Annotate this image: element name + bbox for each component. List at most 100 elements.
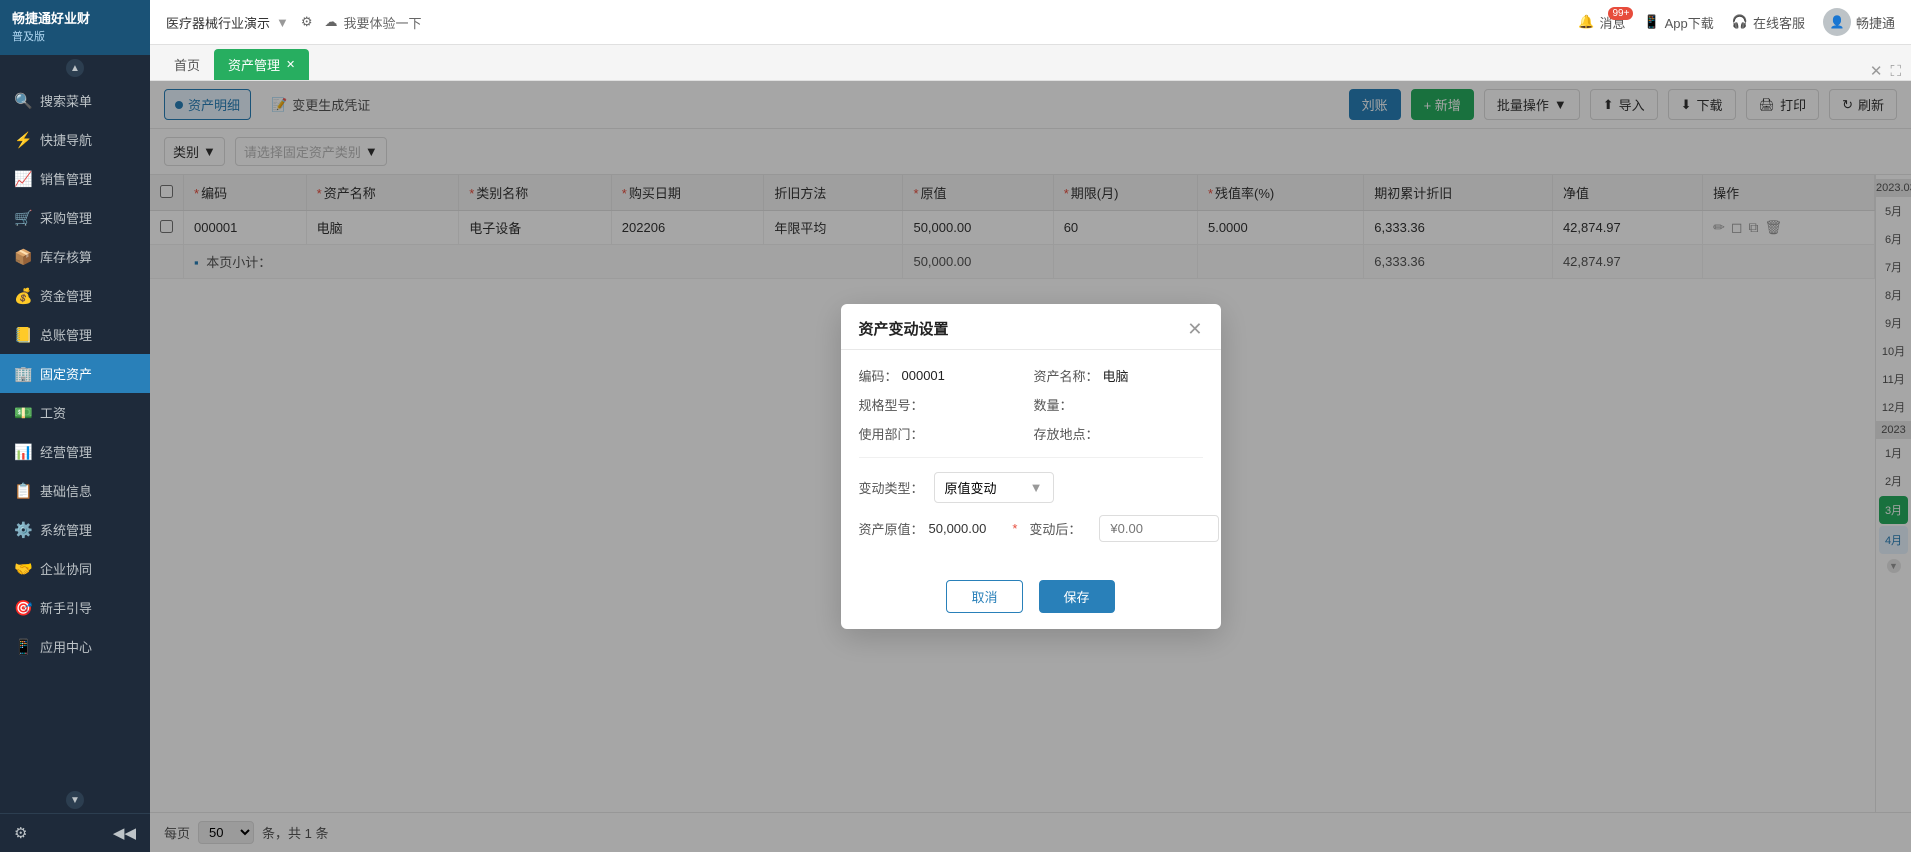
original-value-row: 资产原值： 50,000.00 * 变动后： [859,515,1203,542]
tab-home[interactable]: 首页 [160,49,214,80]
sidebar-item-label: 应用中心 [40,637,92,656]
sales-icon: 📈 [14,170,32,188]
phone-icon: 📱 [1643,14,1659,30]
avatar: 👤 [1823,8,1851,36]
sidebar-item-purchase[interactable]: 🛒 采购管理 [0,198,150,237]
sidebar-item-label: 基础信息 [40,481,92,500]
sidebar-item-label: 新手引导 [40,598,92,617]
sidebar-item-business[interactable]: 📊 经营管理 [0,432,150,471]
sidebar-item-payroll[interactable]: 💵 工资 [0,393,150,432]
user-menu[interactable]: 👤 畅捷通 [1823,8,1895,36]
modal-quantity-field: 数量： [1034,395,1203,414]
headset-icon: 🎧 [1732,14,1748,30]
sidebar-item-label: 企业协同 [40,559,92,578]
tab-asset-label: 资产管理 [228,55,280,74]
window-controls: ✕ ⛶ [1870,62,1901,80]
sidebar-nav: 🔍 搜索菜单 ⚡ 快捷导航 📈 销售管理 🛒 采购管理 📦 库存核算 💰 资金管… [0,81,150,787]
company-name: 医疗器械行业演示 [166,13,270,32]
app-edition: 普及版 [12,30,90,44]
app-center-icon: 📱 [14,638,32,656]
settings-icon[interactable]: ⚙ [14,824,27,842]
dropdown-icon: ▼ [276,15,289,30]
sidebar-item-fixed-assets[interactable]: 🏢 固定资产 [0,354,150,393]
sidebar-item-system[interactable]: ⚙️ 系统管理 [0,510,150,549]
dropdown-icon: ▼ [1030,480,1043,495]
change-type-label: 变动类型： [859,478,924,497]
sidebar-item-enterprise[interactable]: 🤝 企业协同 [0,549,150,588]
building-icon: 🏢 [14,365,32,383]
change-type-value: 原值变动 [945,478,997,497]
sidebar-item-label: 经营管理 [40,442,92,461]
experience-label: 我要体验一下 [344,13,422,32]
sidebar-footer: ⚙ ◀◀ [0,813,150,852]
sidebar-scroll-down[interactable]: ▼ [0,787,150,813]
main-area: 医疗器械行业演示 ▼ ⚙ ☁ 我要体验一下 🔔 消息 99+ 📱 App下载 🎧… [150,0,1911,852]
content-area: 资产明细 📝 变更生成凭证 刘账 + 新增 批量操作 ▼ ⬆ [150,81,1911,852]
modal-close-btn[interactable]: ✕ [1187,320,1202,338]
modal-info-grid: 编码： 000001 资产名称： 电脑 规格型号： 数量： [859,366,1203,458]
collapse-icon[interactable]: ◀◀ [113,824,136,842]
inventory-icon: 📦 [14,248,32,266]
sidebar-item-quick-nav[interactable]: ⚡ 快捷导航 [0,120,150,159]
modal-spec-field: 规格型号： [859,395,1028,414]
sidebar-item-label: 库存核算 [40,247,92,266]
modal-location-field: 存放地点： [1034,424,1203,443]
finance-icon: 💰 [14,287,32,305]
info-icon: 📋 [14,482,32,500]
sidebar-item-finance[interactable]: 💰 资金管理 [0,276,150,315]
cancel-button[interactable]: 取消 [946,580,1022,613]
system-icon: ⚙️ [14,521,32,539]
search-icon: 🔍 [14,92,32,110]
sidebar-item-general-ledger[interactable]: 📒 总账管理 [0,315,150,354]
notifications-btn[interactable]: 🔔 消息 99+ [1578,13,1625,32]
tab-asset-management[interactable]: 资产管理 ✕ [214,49,309,80]
cloud-icon: ☁ [325,14,338,30]
tab-home-label: 首页 [174,58,200,73]
original-value-label: 资产原值： [859,519,919,538]
save-button[interactable]: 保存 [1039,580,1115,613]
app-logo: 畅捷通好业财 普及版 [0,0,150,55]
tabs-bar: 首页 资产管理 ✕ ✕ ⛶ [150,45,1911,81]
window-close-icon[interactable]: ✕ [1870,62,1883,80]
payroll-icon: 💵 [14,404,32,422]
modal-title: 资产变动设置 [859,318,949,339]
sidebar-item-basic-info[interactable]: 📋 基础信息 [0,471,150,510]
sidebar-item-label: 总账管理 [40,325,92,344]
sidebar-item-label: 系统管理 [40,520,92,539]
enterprise-icon: 🤝 [14,560,32,578]
after-value-input[interactable] [1099,515,1219,542]
ledger-icon: 📒 [14,326,32,344]
settings-icon[interactable]: ⚙ [301,14,313,30]
sidebar: 畅捷通好业财 普及版 ▲ 🔍 搜索菜单 ⚡ 快捷导航 📈 销售管理 🛒 采购管理… [0,0,150,852]
asset-change-modal: 资产变动设置 ✕ 编码： 000001 资产名称： 电脑 [841,304,1221,629]
topbar-right: 🔔 消息 99+ 📱 App下载 🎧 在线客服 👤 畅捷通 [1578,8,1895,36]
topbar: 医疗器械行业演示 ▼ ⚙ ☁ 我要体验一下 🔔 消息 99+ 📱 App下载 🎧… [150,0,1911,45]
sidebar-item-guide[interactable]: 🎯 新手引导 [0,588,150,627]
modal-body: 编码： 000001 资产名称： 电脑 规格型号： 数量： [841,350,1221,570]
company-selector[interactable]: 医疗器械行业演示 ▼ [166,13,289,32]
sidebar-item-label: 销售管理 [40,169,92,188]
experience-btn[interactable]: ☁ 我要体验一下 [325,13,422,32]
lightning-icon: ⚡ [14,131,32,149]
modal-footer: 取消 保存 [841,570,1221,629]
sidebar-scroll-up[interactable]: ▲ [0,55,150,81]
app-download-btn[interactable]: 📱 App下载 [1643,13,1713,32]
sidebar-item-search[interactable]: 🔍 搜索菜单 [0,81,150,120]
modal-header: 资产变动设置 ✕ [841,304,1221,350]
purchase-icon: 🛒 [14,209,32,227]
guide-icon: 🎯 [14,599,32,617]
modal-code-field: 编码： 000001 [859,366,1028,385]
window-expand-icon[interactable]: ⛶ [1890,63,1901,80]
sidebar-item-sales[interactable]: 📈 销售管理 [0,159,150,198]
change-type-select[interactable]: 原值变动 ▼ [934,472,1054,503]
notification-badge: 99+ [1608,7,1633,20]
sidebar-item-inventory[interactable]: 📦 库存核算 [0,237,150,276]
sidebar-item-app-center[interactable]: 📱 应用中心 [0,627,150,666]
after-label: 变动后： [1029,519,1089,538]
username: 畅捷通 [1856,13,1895,32]
sidebar-item-label: 搜索菜单 [40,91,92,110]
online-service-btn[interactable]: 🎧 在线客服 [1732,13,1805,32]
tab-close-icon[interactable]: ✕ [286,58,295,71]
modal-dept-field: 使用部门： [859,424,1028,443]
sidebar-item-label: 资金管理 [40,286,92,305]
